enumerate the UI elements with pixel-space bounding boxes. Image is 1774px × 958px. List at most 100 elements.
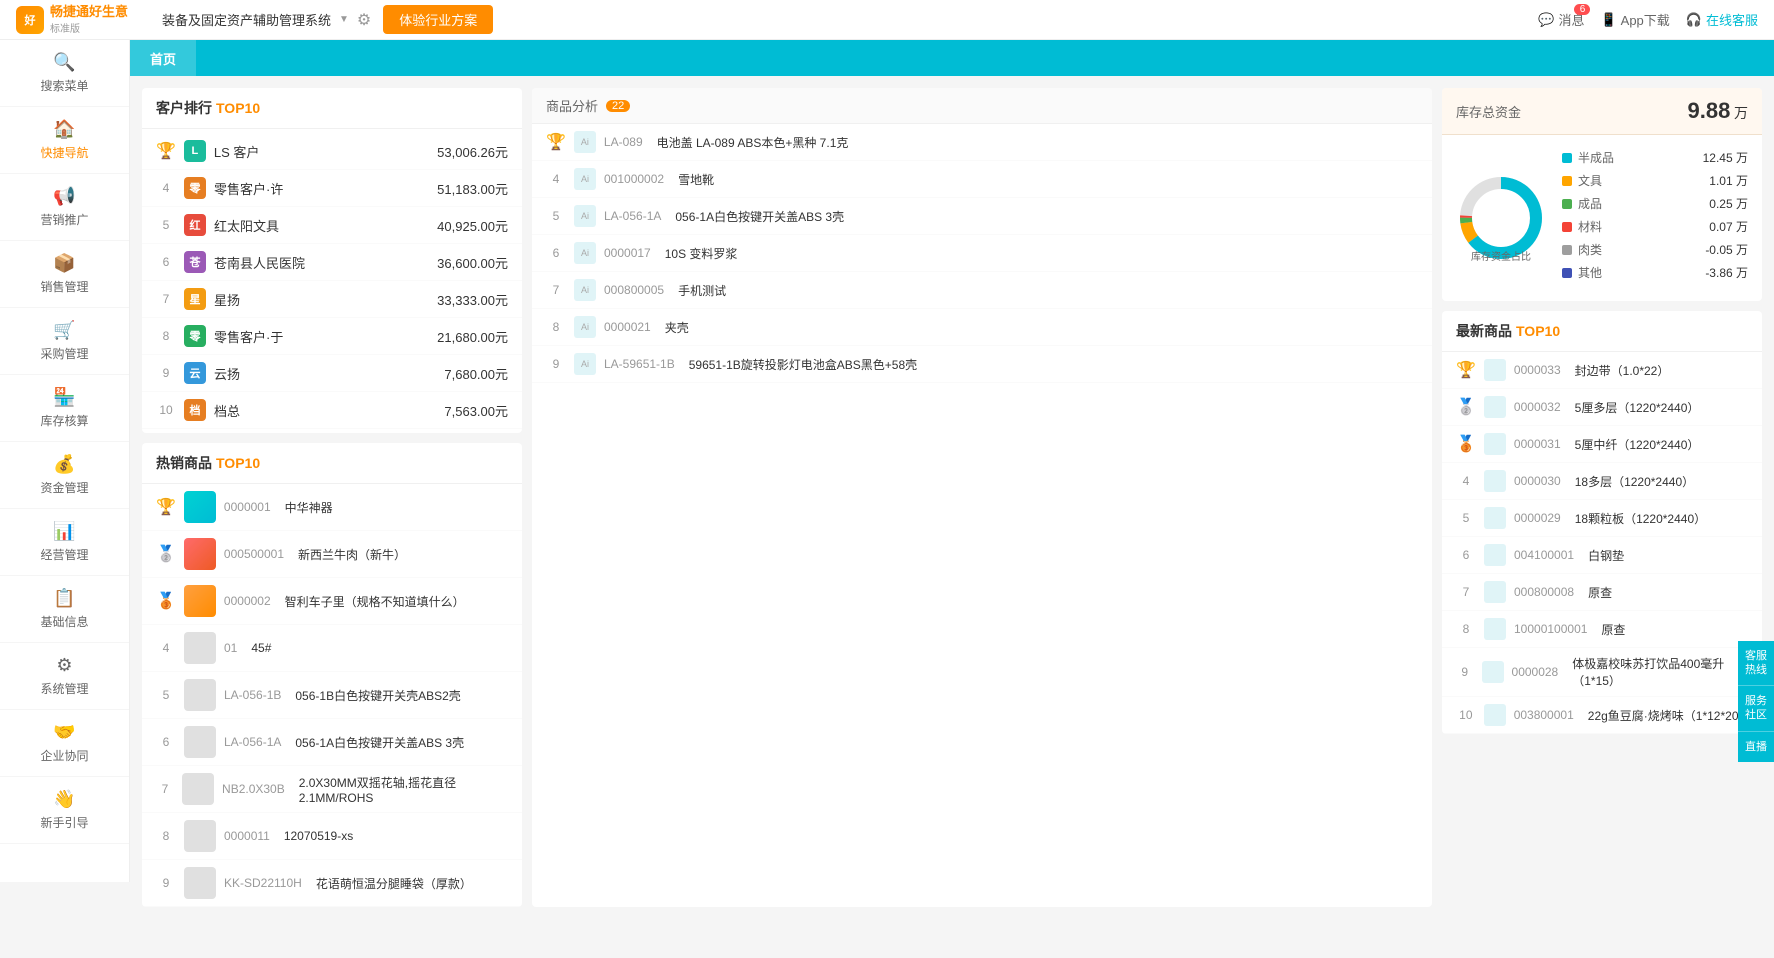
rank-number: 10 <box>1456 708 1476 722</box>
sidebar-item-sales[interactable]: 📦 销售管理 <box>0 241 129 308</box>
app-download-button[interactable]: 📱 App下载 <box>1600 10 1669 29</box>
sidebar-label-purchase: 采购管理 <box>40 345 88 362</box>
trial-button[interactable]: 体验行业方案 <box>383 5 493 34</box>
product-name: 新西兰牛肉（新牛） <box>298 546 406 563</box>
rank-number: 5 <box>156 218 176 232</box>
sidebar-item-collab[interactable]: 🤝 企业协同 <box>0 710 129 777</box>
logo-area: 好 畅捷通好生意 标准版 <box>16 4 146 35</box>
product-analysis-list: 🏆 Ai LA-089 电池盖 LA-089 ABS本色+黑种 7.1克 4 A… <box>532 124 1432 383</box>
rank-number: 7 <box>156 782 174 796</box>
sidebar-item-guide[interactable]: 👋 新手引导 <box>0 777 129 844</box>
purchase-icon: 🛒 <box>53 320 75 341</box>
latest-products-list: 🏆 0000033 封边带（1.0*22） 🥈 0000032 5厘多层（122… <box>1442 352 1762 734</box>
online-service-button[interactable]: 🎧 在线客服 <box>1686 10 1758 29</box>
product-code: LA-056-1A <box>224 735 281 749</box>
sidebar-label-basic: 基础信息 <box>40 613 88 630</box>
float-btn-hotline[interactable]: 客服 热线 <box>1738 641 1774 687</box>
legend-item: 半成品 12.45 万 <box>1562 149 1748 166</box>
customer-name: 零售客户·于 <box>214 327 429 346</box>
product-code: 0000011 <box>224 829 270 843</box>
sidebar-item-search[interactable]: 🔍 搜索菜单 <box>0 40 129 107</box>
medal-gold-icon: 🏆 <box>156 141 176 161</box>
customer-amount: 7,680.00元 <box>444 364 508 383</box>
sales-icon: 📦 <box>53 253 75 274</box>
sidebar-item-marketing[interactable]: 📢 营销推广 <box>0 174 129 241</box>
inventory-amount: 9.88 <box>1688 98 1731 123</box>
online-service-label: 在线客服 <box>1706 10 1758 29</box>
rank-number: 5 <box>546 209 566 223</box>
sidebar-item-nav[interactable]: 🏠 快捷导航 <box>0 107 129 174</box>
top-header: 好 畅捷通好生意 标准版 装备及固定资产辅助管理系统 ▼ ⚙ 体验行业方案 💬 … <box>0 0 1774 40</box>
marketing-icon: 📢 <box>53 186 75 207</box>
rank-number: 8 <box>156 829 176 843</box>
sidebar-item-management[interactable]: 📊 经营管理 <box>0 509 129 576</box>
float-btn-community[interactable]: 服务 社区 <box>1738 686 1774 732</box>
float-btn-live[interactable]: 直播 <box>1738 732 1774 762</box>
rank-number: 4 <box>1456 474 1476 488</box>
customer-name: 星扬 <box>214 290 429 309</box>
inventory-panel: 库存总资金 9.88 万 <box>1442 88 1762 301</box>
system-selector[interactable]: 装备及固定资产辅助管理系统 ▼ <box>162 10 349 29</box>
community-label: 服务 社区 <box>1745 695 1767 721</box>
rank-number: 9 <box>156 876 176 890</box>
rank-number: 8 <box>1456 622 1476 636</box>
ranking-item: 5 红 红太阳文具 40,925.00元 <box>142 207 522 244</box>
tab-home[interactable]: 首页 <box>130 40 196 76</box>
ranking-item: 4 零 零售客户·许 51,183.00元 <box>142 170 522 207</box>
product-thumbnail <box>184 867 216 899</box>
sidebar-item-purchase[interactable]: 🛒 采购管理 <box>0 308 129 375</box>
sidebar-item-system[interactable]: ⚙ 系统管理 <box>0 643 129 710</box>
legend-name: 材料 <box>1578 218 1703 235</box>
product-code: 0000033 <box>1514 363 1561 377</box>
product-name: 花语萌恒温分腿睡袋（厚款） <box>316 875 472 892</box>
sidebar-item-finance[interactable]: 💰 资金管理 <box>0 442 129 509</box>
rank-number: 8 <box>546 320 566 334</box>
customer-ranking-title: 客户排行 <box>156 98 212 118</box>
product-name: 5厘中纤（1220*2440） <box>1575 436 1700 453</box>
sidebar-label-inventory: 库存核算 <box>40 412 88 429</box>
customer-amount: 51,183.00元 <box>437 179 508 198</box>
product-name: 智利车子里（规格不知道填什么） <box>285 593 465 610</box>
ranking-item: 9 云 云扬 7,680.00元 <box>142 355 522 392</box>
product-thumb-small <box>1484 581 1506 603</box>
collab-icon: 🤝 <box>53 722 75 743</box>
legend-color <box>1562 268 1572 278</box>
customer-amount: 21,680.00元 <box>437 327 508 346</box>
latest-products-panel: 最新商品 TOP10 🏆 0000033 封边带（1.0*22） 🥈 00000… <box>1442 311 1762 734</box>
inventory-title: 库存总资金 <box>1456 102 1521 121</box>
product-thumb-small: Ai <box>574 131 596 153</box>
sidebar-label-collab: 企业协同 <box>40 747 88 764</box>
hot-product-item: 7 NB2.0X30B 2.0X30MM双摇花轴,摇花直径2.1MM/ROHS <box>142 766 522 813</box>
product-code: 0000032 <box>1514 400 1561 414</box>
hot-product-item: 🥈 000500001 新西兰牛肉（新牛） <box>142 531 522 578</box>
legend-name: 其他 <box>1578 264 1699 281</box>
sidebar-item-basic-info[interactable]: 📋 基础信息 <box>0 576 129 643</box>
rank-number: 6 <box>156 735 176 749</box>
customer-badge: 星 <box>184 288 206 310</box>
message-button[interactable]: 💬 消息 6 <box>1538 10 1584 29</box>
product-thumb-small: Ai <box>574 316 596 338</box>
medal-silver-icon: 🥈 <box>156 544 176 564</box>
product-name: 原查 <box>1588 584 1612 601</box>
product-code: 003800001 <box>1514 708 1574 722</box>
customer-name: 档总 <box>214 401 436 420</box>
logo-icon: 好 <box>16 6 44 34</box>
customer-amount: 53,006.26元 <box>437 142 508 161</box>
list-item: 🏆 0000033 封边带（1.0*22） <box>1442 352 1762 389</box>
rank-number: 4 <box>546 172 566 186</box>
hot-product-item: 🥉 0000002 智利车子里（规格不知道填什么） <box>142 578 522 625</box>
inventory-icon: 🏪 <box>53 387 75 408</box>
sidebar-item-inventory[interactable]: 🏪 库存核算 <box>0 375 129 442</box>
rank-number: 10 <box>156 403 176 417</box>
logo-text: 畅捷通好生意 <box>50 4 128 20</box>
list-item: 8 10000100001 原查 <box>1442 611 1762 648</box>
product-thumb-small <box>1484 544 1506 566</box>
list-item: 5 0000029 18颗粒板（1220*2440） <box>1442 500 1762 537</box>
rank-number: 6 <box>156 255 176 269</box>
product-name: 中华神器 <box>285 499 333 516</box>
legend-color <box>1562 176 1572 186</box>
message-icon: 💬 <box>1538 12 1554 28</box>
gear-icon[interactable]: ⚙ <box>357 10 371 30</box>
legend-value: -3.86 万 <box>1705 264 1748 281</box>
product-thumb-small <box>1484 359 1506 381</box>
